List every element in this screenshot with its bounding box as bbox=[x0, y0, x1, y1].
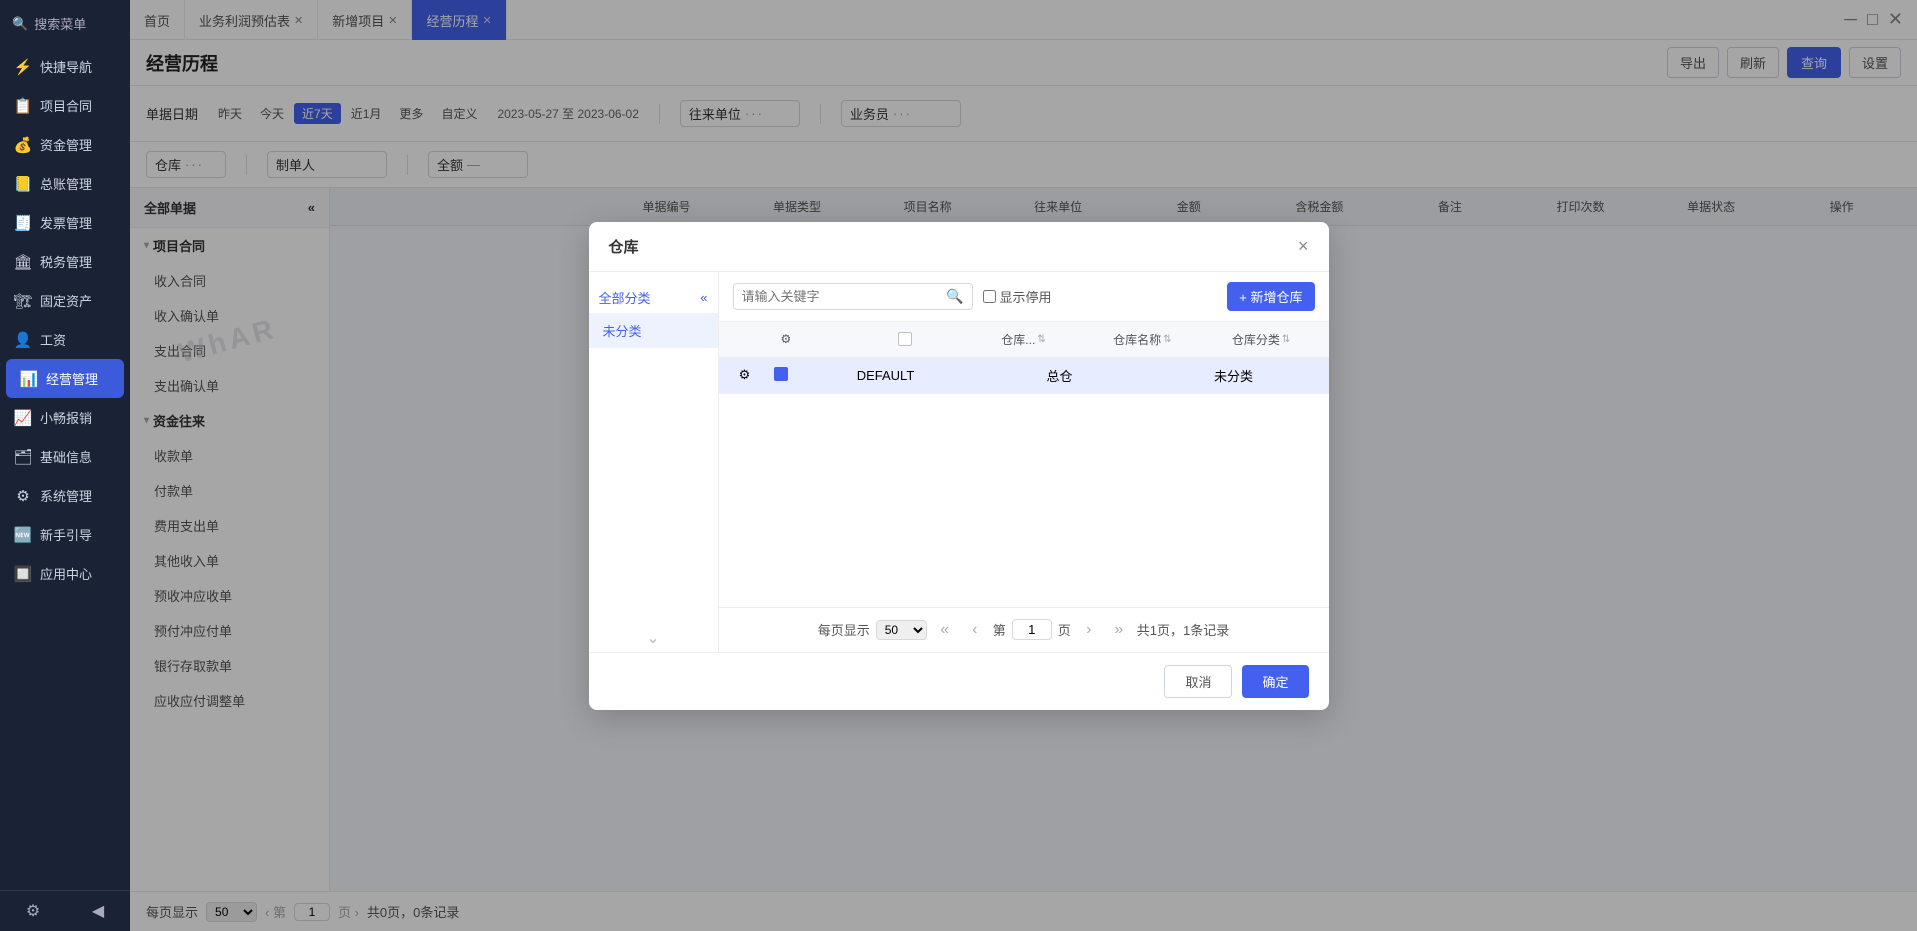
sidebar-label-fixed-assets: 固定资产 bbox=[40, 291, 92, 310]
cancel-button[interactable]: 取消 bbox=[1164, 665, 1232, 698]
sidebar-item-basic-info[interactable]: 🗂 基础信息 bbox=[0, 437, 130, 476]
sidebar-label-invoice-management: 发票管理 bbox=[40, 213, 92, 232]
modal-page-suffix: 页 bbox=[1058, 620, 1071, 639]
modal-pagination: 每页显示 50100 « ‹ 第 页 › » 共1页，1条记录 bbox=[719, 607, 1329, 652]
warehouse-table: ⚙ 仓库...⇅仓库名称⇅仓库分类⇅ ⚙ DEFAULT 总仓 未分类 bbox=[719, 322, 1329, 607]
fund-management-icon: 💰 bbox=[14, 136, 32, 154]
modal-left-header[interactable]: 全部分类 « bbox=[589, 282, 718, 313]
sidebar-item-quick-nav[interactable]: ⚡ 快捷导航 bbox=[0, 47, 130, 86]
sidebar-item-invoice-management[interactable]: 🧾 发票管理 bbox=[0, 203, 130, 242]
modal-col-category: 仓库分类⇅ bbox=[1202, 331, 1321, 348]
sidebar-item-app-center[interactable]: 🔲 应用中心 bbox=[0, 554, 130, 593]
sidebar-item-fund-management[interactable]: 💰 资金管理 bbox=[0, 125, 130, 164]
collapse-icon[interactable]: ◀ bbox=[92, 901, 104, 921]
sidebar-label-project-contract: 项目合同 bbox=[40, 96, 92, 115]
modal-prev-page[interactable]: ‹ bbox=[963, 618, 987, 642]
row-code-1: DEFAULT bbox=[799, 362, 973, 389]
modal-page-size-select[interactable]: 50100 bbox=[876, 620, 927, 640]
xiao-chang-icon: 📈 bbox=[14, 409, 32, 427]
row-category-1: 未分类 bbox=[1147, 360, 1321, 391]
sidebar-item-payroll[interactable]: 👤 工资 bbox=[0, 320, 130, 359]
sidebar-item-general-ledger[interactable]: 📒 总账管理 bbox=[0, 164, 130, 203]
sidebar-item-fixed-assets[interactable]: 🏗 固定资产 bbox=[0, 281, 130, 320]
scroll-down-indicator: ⌄ bbox=[646, 628, 659, 648]
business-management-icon: 📊 bbox=[20, 370, 38, 388]
modal-col-name: 仓库名称⇅ bbox=[1083, 331, 1202, 348]
system-management-icon: ⚙ bbox=[14, 487, 32, 505]
modal-page-label: 第 bbox=[993, 620, 1006, 639]
modal-col-checkbox bbox=[845, 332, 964, 346]
sidebar-label-fund-management: 资金管理 bbox=[40, 135, 92, 154]
sidebar-label-tax-management: 税务管理 bbox=[40, 252, 92, 271]
modal-col-code: 仓库...⇅ bbox=[964, 331, 1083, 348]
sidebar-label-payroll: 工资 bbox=[40, 330, 66, 349]
settings-icon[interactable]: ⚙ bbox=[26, 901, 40, 921]
row-settings-1[interactable]: ⚙ bbox=[727, 361, 763, 389]
show-disabled-checkbox[interactable]: 显示停用 bbox=[983, 287, 1052, 306]
general-ledger-icon: 📒 bbox=[14, 175, 32, 193]
quick-nav-icon: ⚡ bbox=[14, 58, 32, 76]
uncategorized-item[interactable]: 未分类 bbox=[589, 313, 718, 348]
sidebar-item-business-management[interactable]: 📊 经营管理 bbox=[6, 359, 124, 398]
sidebar-label-app-center: 应用中心 bbox=[40, 564, 92, 583]
sidebar-label-quick-nav: 快捷导航 bbox=[40, 57, 92, 76]
row-name-1: 总仓 bbox=[973, 360, 1147, 391]
modal-actions: 取消 确定 bbox=[589, 652, 1329, 710]
sidebar-item-system-management[interactable]: ⚙ 系统管理 bbox=[0, 476, 130, 515]
sidebar-label-system-management: 系统管理 bbox=[40, 486, 92, 505]
sidebar-item-project-contract[interactable]: 📋 项目合同 bbox=[0, 86, 130, 125]
sidebar-label-new-user-guide: 新手引导 bbox=[40, 525, 92, 544]
modal-body: 全部分类 « 未分类 ⌄ 🔍 显示停用 + 新增仓库 ⚙ 仓库...⇅仓库名称⇅仓… bbox=[589, 272, 1329, 652]
row-checkbox-1[interactable] bbox=[763, 361, 799, 390]
sidebar-label-basic-info: 基础信息 bbox=[40, 447, 92, 466]
sidebar-item-new-user-guide[interactable]: 🆕 新手引导 bbox=[0, 515, 130, 554]
modal-col-settings[interactable]: ⚙ bbox=[727, 332, 846, 346]
modal-close-button[interactable]: × bbox=[1298, 236, 1309, 257]
sidebar-label-business-management: 经营管理 bbox=[46, 369, 98, 388]
sidebar-item-tax-management[interactable]: 🏛 税务管理 bbox=[0, 242, 130, 281]
invoice-management-icon: 🧾 bbox=[14, 214, 32, 232]
modal-last-page[interactable]: » bbox=[1107, 618, 1131, 642]
sidebar-bottom: ⚙ ◀ bbox=[0, 890, 130, 931]
search-icon: 🔍 bbox=[946, 288, 963, 305]
warehouse-table-header: ⚙ 仓库...⇅仓库名称⇅仓库分类⇅ bbox=[719, 322, 1329, 358]
warehouse-row-1[interactable]: ⚙ DEFAULT 总仓 未分类 bbox=[719, 358, 1329, 394]
modal-left-panel: 全部分类 « 未分类 ⌄ bbox=[589, 272, 719, 652]
modal-per-page-label: 每页显示 bbox=[818, 620, 870, 639]
warehouse-search-input[interactable] bbox=[742, 289, 943, 304]
warehouse-search-box[interactable]: 🔍 bbox=[733, 283, 973, 310]
basic-info-icon: 🗂 bbox=[14, 448, 32, 466]
app-center-icon: 🔲 bbox=[14, 565, 32, 583]
modal-right-panel: 🔍 显示停用 + 新增仓库 ⚙ 仓库...⇅仓库名称⇅仓库分类⇅ ⚙ DEFAUL… bbox=[719, 272, 1329, 652]
sidebar-search[interactable]: 🔍 搜索菜单 bbox=[0, 0, 130, 47]
payroll-icon: 👤 bbox=[14, 331, 32, 349]
settings-col-icon[interactable]: ⚙ bbox=[781, 332, 792, 346]
modal-left-collapse-icon[interactable]: « bbox=[700, 290, 707, 305]
new-user-guide-icon: 🆕 bbox=[14, 526, 32, 544]
sidebar: 🔍 搜索菜单 ⚡ 快捷导航 📋 项目合同 💰 资金管理 📒 总账管理 🧾 发票管理 🏛 税务管理 🏗 固定… bbox=[0, 0, 130, 931]
confirm-button[interactable]: 确定 bbox=[1242, 665, 1308, 698]
tax-management-icon: 🏛 bbox=[14, 253, 32, 271]
add-warehouse-button[interactable]: + 新增仓库 bbox=[1227, 282, 1314, 311]
sidebar-label-xiao-chang: 小畅报销 bbox=[40, 408, 92, 427]
warehouse-modal: 仓库 × 全部分类 « 未分类 ⌄ 🔍 显示停用 + 新增 bbox=[589, 222, 1329, 710]
project-contract-icon: 📋 bbox=[14, 97, 32, 115]
fixed-assets-icon: 🏗 bbox=[14, 292, 32, 310]
sidebar-item-xiao-chang[interactable]: 📈 小畅报销 bbox=[0, 398, 130, 437]
all-category-label: 全部分类 bbox=[599, 288, 651, 307]
modal-header: 仓库 × bbox=[589, 222, 1329, 272]
modal-toolbar: 🔍 显示停用 + 新增仓库 bbox=[719, 272, 1329, 322]
modal-next-page[interactable]: › bbox=[1077, 618, 1101, 642]
modal-title: 仓库 bbox=[609, 236, 639, 257]
header-checkbox[interactable] bbox=[898, 332, 912, 346]
show-disabled-label: 显示停用 bbox=[1000, 287, 1052, 306]
disabled-checkbox[interactable] bbox=[983, 290, 996, 303]
modal-page-input[interactable] bbox=[1012, 619, 1052, 640]
modal-first-page[interactable]: « bbox=[933, 618, 957, 642]
sidebar-label-general-ledger: 总账管理 bbox=[40, 174, 92, 193]
search-icon: 🔍 bbox=[12, 16, 28, 32]
modal-total-label: 共1页，1条记录 bbox=[1137, 620, 1229, 639]
